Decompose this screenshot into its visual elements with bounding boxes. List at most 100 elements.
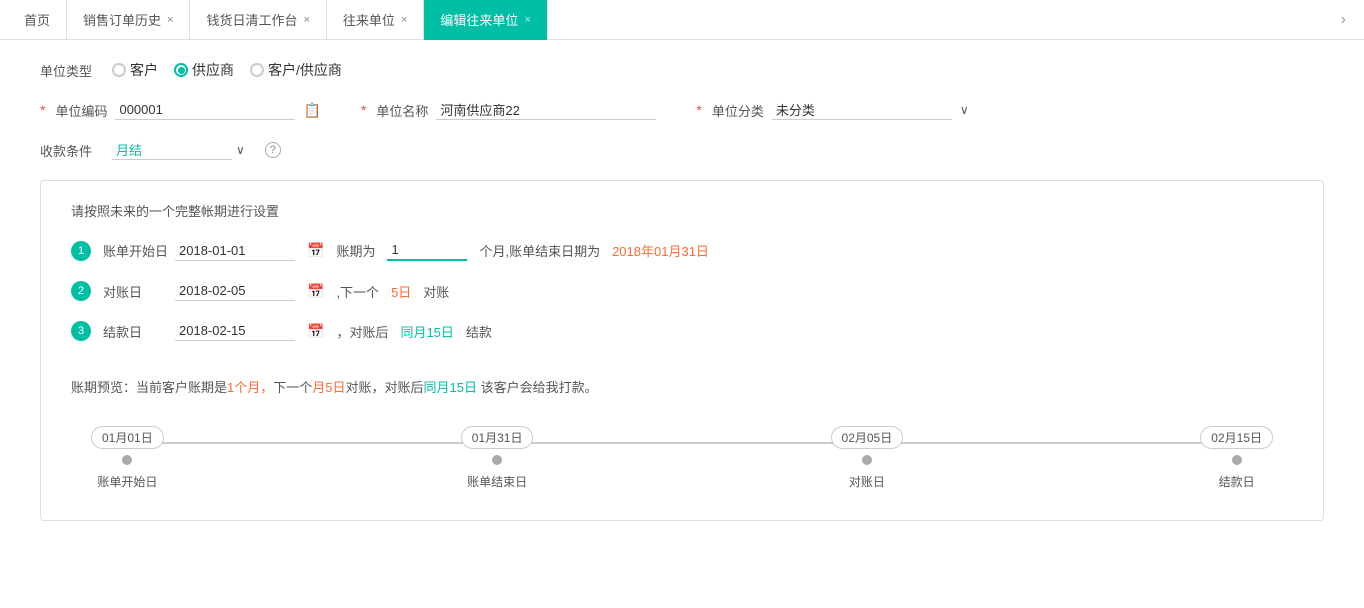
timeline-label-3: 02月05日 — [831, 426, 904, 449]
tab-partner-unit[interactable]: 往来单位 × — [327, 0, 424, 40]
unit-type-label: 单位类型 — [40, 61, 92, 80]
section-title: 请按照未来的一个完整帐期进行设置 — [71, 201, 1293, 220]
tab-sales-order-history[interactable]: 销售订单历史 × — [67, 0, 190, 40]
timeline-point-label-1: 账单开始日 — [97, 473, 157, 490]
tab-edit-partner-unit-close[interactable]: × — [524, 14, 530, 26]
period-row-1: 1 账单开始日 📅 账期为 个月,账单结束日期为 2018年01月31日 — [71, 240, 1293, 261]
timeline-label-1: 01月01日 — [91, 426, 164, 449]
tab-expand-button[interactable]: › — [1331, 11, 1356, 29]
radio-customer[interactable]: 客户 — [112, 60, 158, 80]
unit-type-radio-group: 客户 供应商 客户/供应商 — [112, 60, 342, 80]
radio-supplier[interactable]: 供应商 — [174, 60, 234, 80]
unit-category-chevron-icon[interactable]: ∨ — [960, 103, 969, 117]
preview-suffix: 该客户会给我打款。 — [481, 380, 598, 395]
tab-sales-order-history-label: 销售订单历史 — [83, 10, 161, 29]
payment-suffix-text: 结款 — [466, 322, 492, 341]
unit-category-star: * — [696, 102, 701, 118]
timeline-dot-2 — [492, 455, 502, 465]
timeline-dot-4 — [1232, 455, 1242, 465]
unit-category-input[interactable] — [772, 100, 952, 120]
tab-edit-partner-unit[interactable]: 编辑往来单位 × — [424, 0, 547, 40]
unit-type-row: 单位类型 客户 供应商 客户/供应商 — [40, 60, 1324, 80]
preview-text1: 对账，对账后 — [346, 380, 424, 395]
period-months-input[interactable] — [387, 240, 467, 261]
tab-home-label: 首页 — [24, 10, 50, 29]
tab-bar: 首页 销售订单历史 × 钱货日清工作台 × 往来单位 × 编辑往来单位 × › — [0, 0, 1364, 40]
radio-customer-supplier-label: 客户/供应商 — [268, 60, 342, 80]
period-start-calendar-icon[interactable]: 📅 — [307, 242, 324, 259]
preview-middle: 下一个 — [273, 380, 312, 395]
timeline-point-1: 01月01日 账单开始日 — [91, 426, 164, 490]
payment-condition-help-icon[interactable]: ? — [265, 142, 281, 158]
payment-condition-row: 收款条件 ∨ ? — [40, 140, 1324, 160]
radio-customer-circle — [112, 63, 126, 77]
period-suffix: 个月,账单结束日期为 — [479, 241, 600, 260]
unit-code-label: 单位编码 — [55, 101, 107, 120]
preview-day2: 同月15日 — [424, 380, 477, 395]
period-settings-section: 请按照未来的一个完整帐期进行设置 1 账单开始日 📅 账期为 个月,账单结束日期… — [40, 180, 1324, 521]
payment-condition-dropdown: ∨ — [112, 140, 245, 160]
reconcile-suffix-day: 5日 — [391, 282, 411, 301]
radio-supplier-label: 供应商 — [192, 60, 234, 80]
tab-cash-clearing[interactable]: 钱货日清工作台 × — [190, 0, 326, 40]
radio-customer-supplier-circle — [250, 63, 264, 77]
reconcile-date-input[interactable] — [175, 281, 295, 301]
radio-supplier-circle — [174, 63, 188, 77]
payment-calendar-icon[interactable]: 📅 — [307, 323, 324, 340]
timeline-point-2: 01月31日 账单结束日 — [461, 426, 534, 490]
reconcile-calendar-icon[interactable]: 📅 — [307, 283, 324, 300]
timeline-label-2: 01月31日 — [461, 426, 534, 449]
payment-suffix-day: 同月15日 — [400, 322, 453, 341]
tab-home[interactable]: 首页 — [8, 0, 67, 40]
period-end-date: 2018年01月31日 — [612, 241, 709, 260]
preview-section: 账期预览：当前客户账期是1个月，下一个月5日对账，对账后同月15日 该客户会给我… — [71, 361, 1293, 396]
tab-cash-clearing-close[interactable]: × — [303, 14, 309, 26]
timeline-points: 01月01日 账单开始日 01月31日 账单结束日 02月05日 对账日 02月… — [91, 426, 1273, 490]
payment-suffix-prefix: ，对账后 — [336, 322, 388, 341]
tab-partner-unit-close[interactable]: × — [401, 14, 407, 26]
unit-name-input[interactable] — [436, 100, 656, 120]
tab-edit-partner-unit-label: 编辑往来单位 — [440, 10, 518, 29]
timeline-point-label-4: 结款日 — [1219, 473, 1255, 490]
payment-date-input[interactable] — [175, 321, 295, 341]
timeline-point-3: 02月05日 对账日 — [831, 426, 904, 490]
unit-info-row: * 单位编码 📋 * 单位名称 * 单位分类 ∨ — [40, 100, 1324, 120]
payment-condition-label: 收款条件 — [40, 141, 92, 160]
reconcile-suffix-text: 对账 — [423, 282, 449, 301]
period-start-date-input[interactable] — [175, 241, 295, 261]
payment-condition-chevron-icon[interactable]: ∨ — [236, 143, 245, 157]
main-content: 单位类型 客户 供应商 客户/供应商 * 单位编码 📋 * 单位名称 — [0, 40, 1364, 608]
radio-customer-label: 客户 — [130, 60, 158, 80]
reconcile-suffix-prefix: ,下一个 — [336, 282, 379, 301]
timeline-dot-1 — [122, 455, 132, 465]
tab-sales-order-history-close[interactable]: × — [167, 14, 173, 26]
unit-name-group: * 单位名称 — [361, 100, 656, 120]
unit-code-calendar-icon[interactable]: 📋 — [303, 102, 320, 119]
period-row-1-label: 账单开始日 — [103, 241, 163, 260]
timeline-container: 01月01日 账单开始日 01月31日 账单结束日 02月05日 对账日 02月… — [71, 426, 1293, 490]
period-label: 账期为 — [336, 241, 375, 260]
preview-prefix: 账期预览：当前客户账期是 — [71, 380, 227, 395]
timeline-label-4: 02月15日 — [1200, 426, 1273, 449]
period-row-3: 3 结款日 📅 ，对账后同月15日结款 — [71, 321, 1293, 341]
period-row-1-number: 1 — [71, 241, 91, 261]
unit-code-star: * — [40, 102, 45, 118]
payment-condition-input[interactable] — [112, 140, 232, 160]
timeline-point-4: 02月15日 结款日 — [1200, 426, 1273, 490]
tab-partner-unit-label: 往来单位 — [343, 10, 395, 29]
tab-cash-clearing-label: 钱货日清工作台 — [206, 10, 297, 29]
timeline-dot-3 — [862, 455, 872, 465]
preview-period: 1个月， — [227, 380, 273, 395]
preview-day1: 月5日 — [312, 380, 345, 395]
period-row-2-label: 对账日 — [103, 282, 163, 301]
radio-customer-supplier[interactable]: 客户/供应商 — [250, 60, 342, 80]
period-row-3-label: 结款日 — [103, 322, 163, 341]
unit-category-group: * 单位分类 ∨ — [696, 100, 968, 120]
period-row-3-number: 3 — [71, 321, 91, 341]
timeline-point-label-3: 对账日 — [849, 473, 885, 490]
period-row-2: 2 对账日 📅 ,下一个 5日对账 — [71, 281, 1293, 301]
period-row-2-number: 2 — [71, 281, 91, 301]
unit-code-input[interactable] — [115, 100, 295, 120]
unit-name-label: 单位名称 — [376, 101, 428, 120]
unit-code-group: * 单位编码 📋 — [40, 100, 321, 120]
